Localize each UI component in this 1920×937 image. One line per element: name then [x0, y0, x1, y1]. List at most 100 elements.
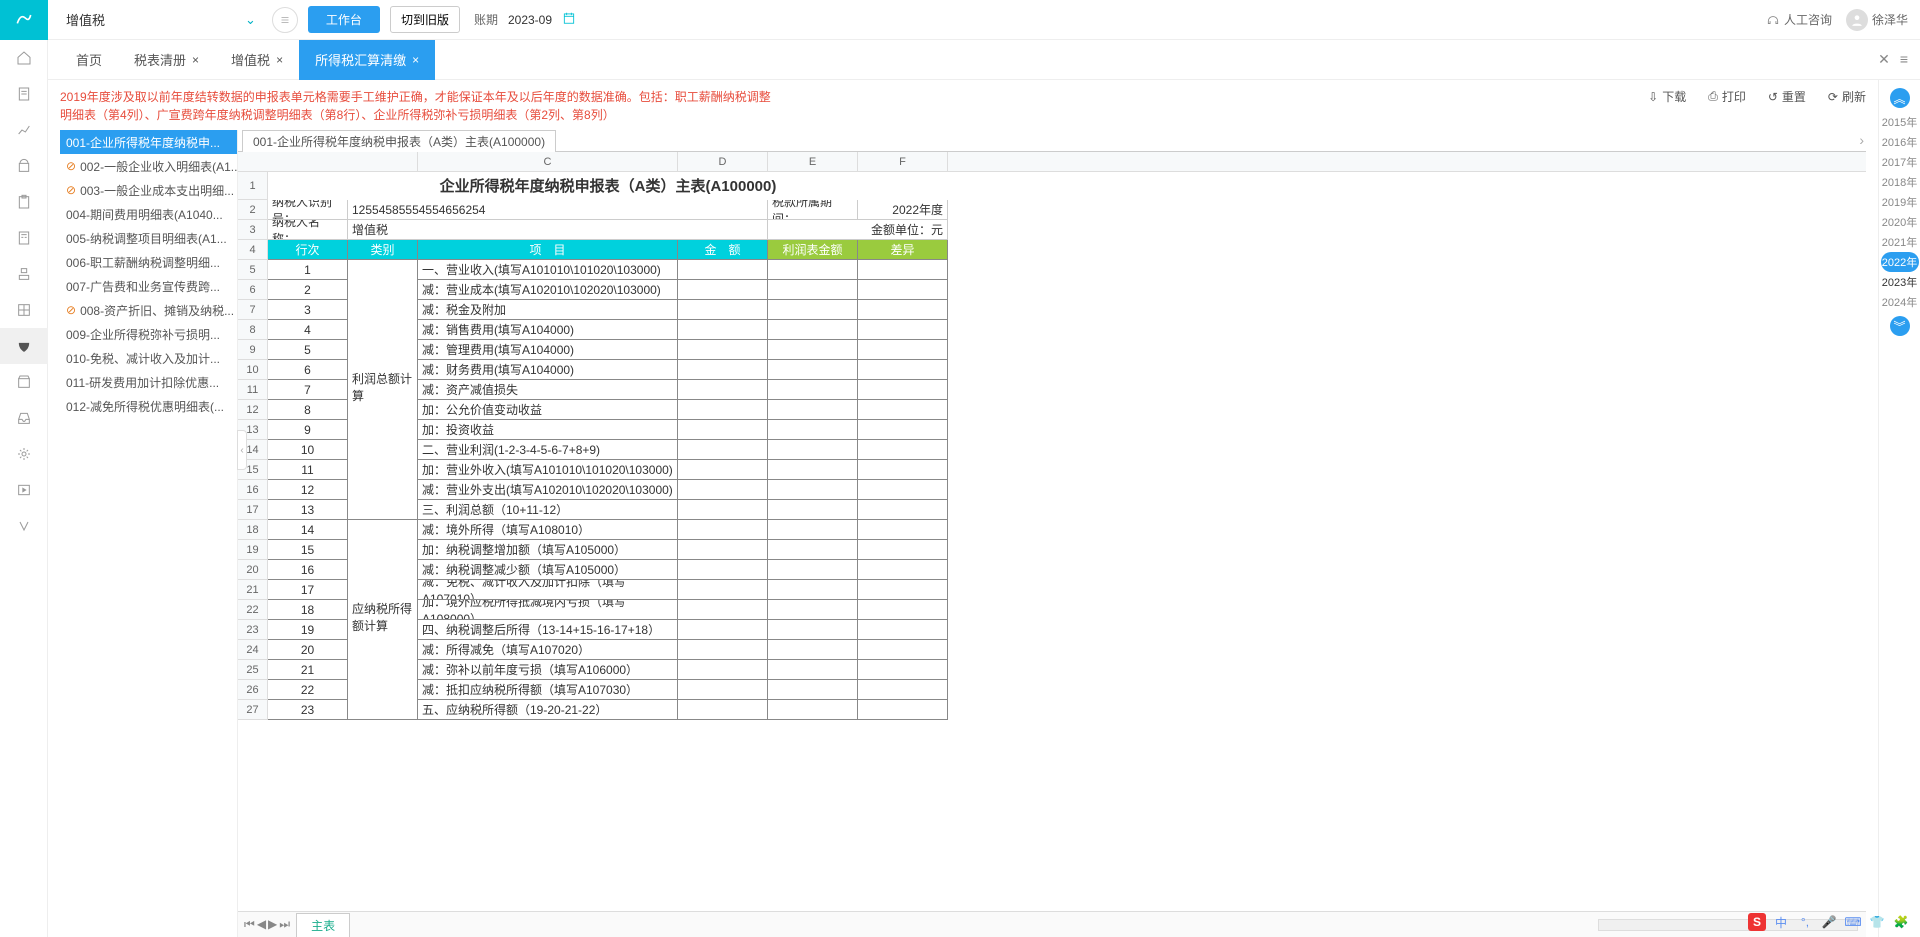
cell-diff[interactable]: [858, 280, 948, 300]
year-2015年[interactable]: 2015年: [1881, 112, 1919, 132]
user-menu[interactable]: 徐泽华: [1846, 9, 1908, 31]
cell-pl[interactable]: [768, 440, 858, 460]
cell-pl[interactable]: [768, 600, 858, 620]
year-2019年[interactable]: 2019年: [1881, 192, 1919, 212]
ime-punct-icon[interactable]: °,: [1796, 913, 1814, 931]
cell-item[interactable]: 减：营业成本(填写A102010\102020\103000): [418, 280, 678, 300]
cell-amount[interactable]: [678, 300, 768, 320]
page-tab-0[interactable]: 首页: [60, 40, 118, 80]
cell-pl[interactable]: [768, 680, 858, 700]
cell-diff[interactable]: [858, 700, 948, 720]
collapse-tree-handle[interactable]: ‹: [237, 430, 247, 470]
tab-close-icon[interactable]: ×: [192, 53, 199, 67]
sheet-tab[interactable]: 001-企业所得税年度纳税申报表（A类）主表(A100000): [242, 130, 556, 152]
cell-pl[interactable]: [768, 260, 858, 280]
cell-item[interactable]: 减：所得减免（填写A107020）: [418, 640, 678, 660]
cell-pl[interactable]: [768, 460, 858, 480]
cell-item[interactable]: 二、营业利润(1-2-3-4-5-6-7+8+9): [418, 440, 678, 460]
cell-pl[interactable]: [768, 500, 858, 520]
cell-diff[interactable]: [858, 500, 948, 520]
refresh-button[interactable]: ⟳刷新: [1828, 88, 1866, 105]
cell-diff[interactable]: [858, 620, 948, 640]
cell-amount[interactable]: [678, 660, 768, 680]
cell-item[interactable]: 减：境外所得（填写A108010）: [418, 520, 678, 540]
cell-diff[interactable]: [858, 400, 948, 420]
year-2024年[interactable]: 2024年: [1881, 292, 1919, 312]
ime-lang-icon[interactable]: 中: [1772, 913, 1790, 931]
cell-amount[interactable]: [678, 400, 768, 420]
tree-item-3[interactable]: 004-期间费用明细表(A1040...: [60, 202, 237, 226]
tree-item-7[interactable]: ⊘008-资产折旧、摊销及纳税...: [60, 298, 237, 322]
tab-close-all-icon[interactable]: ✕: [1878, 51, 1890, 68]
tree-item-1[interactable]: ⊘002-一般企业收入明细表(A1...: [60, 154, 237, 178]
nav-home-icon[interactable]: [0, 40, 48, 76]
cell-amount[interactable]: [678, 480, 768, 500]
ime-keyboard-icon[interactable]: ⌨: [1844, 913, 1862, 931]
sheet-scroll-right-icon[interactable]: ›: [1859, 132, 1864, 148]
calendar-icon[interactable]: [562, 11, 576, 28]
page-tab-3[interactable]: 所得税汇算清缴×: [299, 40, 435, 80]
cell-amount[interactable]: [678, 580, 768, 600]
cell-amount[interactable]: [678, 700, 768, 720]
tab-close-icon[interactable]: ×: [276, 53, 283, 67]
cell-diff[interactable]: [858, 260, 948, 280]
cell-pl[interactable]: [768, 580, 858, 600]
sheet-nav-last-icon[interactable]: ⏭: [279, 917, 290, 932]
year-2022年[interactable]: 2022年: [1881, 252, 1919, 272]
tree-item-2[interactable]: ⊘003-一般企业成本支出明细...: [60, 178, 237, 202]
cell-pl[interactable]: [768, 700, 858, 720]
cell-diff[interactable]: [858, 380, 948, 400]
cell-diff[interactable]: [858, 580, 948, 600]
nav-gear-icon[interactable]: [0, 436, 48, 472]
nav-calc-icon[interactable]: [0, 220, 48, 256]
tree-item-10[interactable]: 011-研发费用加计扣除优惠...: [60, 370, 237, 394]
cell-pl[interactable]: [768, 480, 858, 500]
cell-item[interactable]: 减：管理费用(填写A104000): [418, 340, 678, 360]
cell-pl[interactable]: [768, 620, 858, 640]
cell-diff[interactable]: [858, 360, 948, 380]
cell-diff[interactable]: [858, 320, 948, 340]
nav-grid-icon[interactable]: [0, 292, 48, 328]
year-2016年[interactable]: 2016年: [1881, 132, 1919, 152]
cell-pl[interactable]: [768, 520, 858, 540]
cell-amount[interactable]: [678, 340, 768, 360]
bottom-sheet-tab[interactable]: 主表: [296, 913, 350, 937]
cell-amount[interactable]: [678, 360, 768, 380]
sheet-nav-prev-icon[interactable]: ◀: [257, 917, 266, 932]
nav-stamp-icon[interactable]: [0, 256, 48, 292]
nav-archive-icon[interactable]: [0, 364, 48, 400]
cell-amount[interactable]: [678, 420, 768, 440]
tab-more-icon[interactable]: ≡: [1900, 51, 1908, 68]
cell-item[interactable]: 减：税金及附加: [418, 300, 678, 320]
tab-close-icon[interactable]: ×: [412, 53, 419, 67]
cell-item[interactable]: 减：抵扣应纳税所得额（填写A107030）: [418, 680, 678, 700]
cell-item[interactable]: 减：销售费用(填写A104000): [418, 320, 678, 340]
cell-item[interactable]: 三、利润总额（10+11-12）: [418, 500, 678, 520]
year-2020年[interactable]: 2020年: [1881, 212, 1919, 232]
cell-amount[interactable]: [678, 540, 768, 560]
cell-pl[interactable]: [768, 360, 858, 380]
year-2018年[interactable]: 2018年: [1881, 172, 1919, 192]
cell-item[interactable]: 减：资产减值损失: [418, 380, 678, 400]
year-2021年[interactable]: 2021年: [1881, 232, 1919, 252]
ime-skin-icon[interactable]: 👕: [1868, 913, 1886, 931]
cell-item[interactable]: 减：弥补以前年度亏损（填写A106000）: [418, 660, 678, 680]
cell-diff[interactable]: [858, 440, 948, 460]
tree-item-4[interactable]: 005-纳税调整项目明细表(A1...: [60, 226, 237, 250]
nav-doc-icon[interactable]: [0, 76, 48, 112]
tree-item-11[interactable]: 012-减免所得税优惠明细表(...: [60, 394, 237, 418]
nav-play-icon[interactable]: [0, 472, 48, 508]
cell-amount[interactable]: [678, 380, 768, 400]
cell-pl[interactable]: [768, 660, 858, 680]
tree-item-5[interactable]: 006-职工薪酬纳税调整明细...: [60, 250, 237, 274]
cell-amount[interactable]: [678, 440, 768, 460]
page-tab-1[interactable]: 税表清册×: [118, 40, 215, 80]
year-2023年[interactable]: 2023年: [1881, 272, 1919, 292]
list-toggle-button[interactable]: [272, 7, 298, 33]
cell-item[interactable]: 加：纳税调整增加额（填写A105000）: [418, 540, 678, 560]
nav-tax-icon[interactable]: [0, 328, 48, 364]
cell-item[interactable]: 减：免税、减计收入及加计扣除（填写A107010）: [418, 580, 678, 600]
tree-item-6[interactable]: 007-广告费和业务宣传费跨...: [60, 274, 237, 298]
cell-pl[interactable]: [768, 640, 858, 660]
cell-diff[interactable]: [858, 300, 948, 320]
